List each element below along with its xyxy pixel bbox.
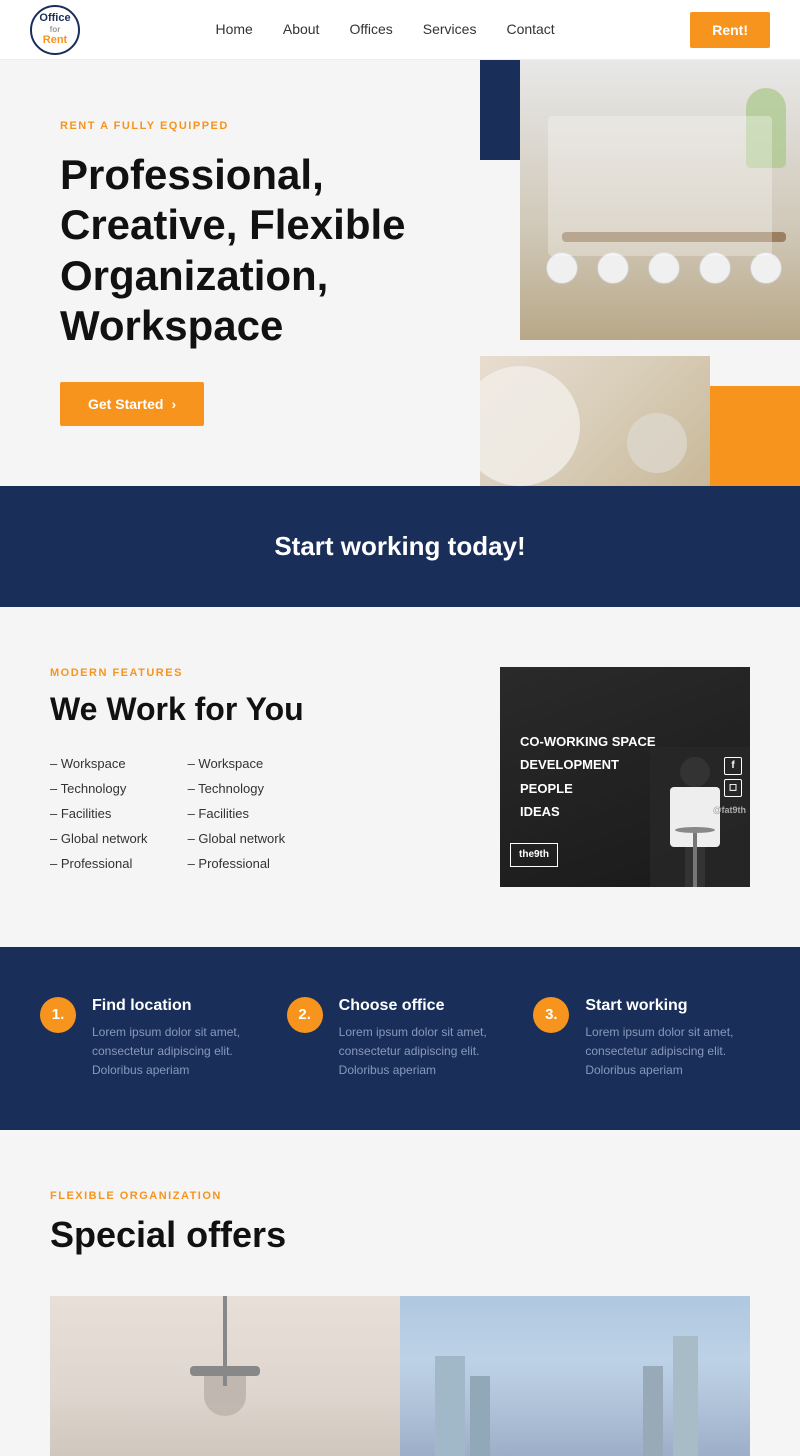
hero-office-image bbox=[520, 60, 800, 340]
features-list-2: – Workspace – Technology – Facilities – … bbox=[188, 756, 286, 871]
features-section: MODERN FEATURES We Work for You – Worksp… bbox=[0, 607, 800, 947]
list-item: – Technology bbox=[188, 781, 286, 796]
hero-section: RENT A FULLY EQUIPPED Professional, Crea… bbox=[0, 60, 800, 486]
banner-section: Start working today! bbox=[0, 486, 800, 607]
step-title-3: Start working bbox=[585, 997, 760, 1015]
coworking-handle: @fat9th bbox=[713, 803, 746, 817]
nav-home[interactable]: Home bbox=[216, 21, 253, 37]
list-item: – Technology bbox=[50, 781, 148, 796]
hero-eyebrow: RENT A FULLY EQUIPPED bbox=[60, 120, 430, 132]
hero-left: RENT A FULLY EQUIPPED Professional, Crea… bbox=[0, 60, 480, 486]
get-started-button[interactable]: Get Started › bbox=[60, 382, 204, 426]
nav-contact[interactable]: Contact bbox=[506, 21, 554, 37]
list-item: – Facilities bbox=[50, 806, 148, 821]
offer-image-2 bbox=[400, 1296, 750, 1456]
offers-images bbox=[50, 1296, 750, 1456]
list-item: – Global network bbox=[50, 831, 148, 846]
step-content-2: Choose office Lorem ipsum dolor sit amet… bbox=[339, 997, 514, 1081]
special-offers-title: Special offers bbox=[50, 1214, 750, 1256]
list-item: – Global network bbox=[188, 831, 286, 846]
hero-orange-accent bbox=[710, 386, 800, 486]
step-desc-2: Lorem ipsum dolor sit amet, consectetur … bbox=[339, 1023, 514, 1081]
step-desc-1: Lorem ipsum dolor sit amet, consectetur … bbox=[92, 1023, 267, 1081]
features-left: MODERN FEATURES We Work for You – Worksp… bbox=[50, 667, 460, 871]
nav-about[interactable]: About bbox=[283, 21, 320, 37]
coworking-text: CO-WORKING SPACEDEVELOPMENTPEOPLEIDEAS bbox=[520, 730, 656, 824]
features-title: We Work for You bbox=[50, 691, 460, 728]
nav-offices[interactable]: Offices bbox=[349, 21, 392, 37]
nav-services[interactable]: Services bbox=[423, 21, 477, 37]
hero-title: Professional, Creative, Flexible Organiz… bbox=[60, 150, 430, 352]
list-item: – Workspace bbox=[188, 756, 286, 771]
step-title-1: Find location bbox=[92, 997, 267, 1015]
features-list-1: – Workspace – Technology – Facilities – … bbox=[50, 756, 148, 871]
brand-label: the9th bbox=[510, 843, 558, 867]
step-number-1: 1. bbox=[40, 997, 76, 1033]
steps-section: 1. Find location Lorem ipsum dolor sit a… bbox=[0, 947, 800, 1131]
step-number-2: 2. bbox=[287, 997, 323, 1033]
step-3: 3. Start working Lorem ipsum dolor sit a… bbox=[533, 997, 760, 1081]
list-item: – Facilities bbox=[188, 806, 286, 821]
logo-office: Office bbox=[39, 12, 70, 25]
step-title-2: Choose office bbox=[339, 997, 514, 1015]
nav-links: Home About Offices Services Contact bbox=[216, 21, 555, 39]
step-number-3: 3. bbox=[533, 997, 569, 1033]
facebook-icon[interactable]: f bbox=[724, 757, 742, 775]
step-1: 1. Find location Lorem ipsum dolor sit a… bbox=[40, 997, 267, 1081]
features-lists: – Workspace – Technology – Facilities – … bbox=[50, 756, 460, 871]
features-eyebrow: MODERN FEATURES bbox=[50, 667, 460, 679]
step-desc-3: Lorem ipsum dolor sit amet, consectetur … bbox=[585, 1023, 760, 1081]
special-offers-section: FLEXIBLE ORGANIZATION Special offers bbox=[0, 1130, 800, 1456]
step-content-1: Find location Lorem ipsum dolor sit amet… bbox=[92, 997, 267, 1081]
logo[interactable]: Office for Rent bbox=[30, 5, 80, 55]
list-item: – Professional bbox=[50, 856, 148, 871]
navbar: Office for Rent Home About Offices Servi… bbox=[0, 0, 800, 60]
special-offers-eyebrow: FLEXIBLE ORGANIZATION bbox=[50, 1190, 750, 1202]
logo-rent: Rent bbox=[43, 34, 67, 47]
list-item: – Workspace bbox=[50, 756, 148, 771]
step-2: 2. Choose office Lorem ipsum dolor sit a… bbox=[287, 997, 514, 1081]
hero-office-image-2 bbox=[480, 356, 710, 486]
step-content-3: Start working Lorem ipsum dolor sit amet… bbox=[585, 997, 760, 1081]
list-item: – Professional bbox=[188, 856, 286, 871]
offer-image-1 bbox=[50, 1296, 400, 1456]
instagram-icon[interactable]: ◻ bbox=[724, 779, 742, 797]
rent-button[interactable]: Rent! bbox=[690, 12, 770, 48]
coworking-image: CO-WORKING SPACEDEVELOPMENTPEOPLEIDEAS f… bbox=[500, 667, 750, 887]
banner-text: Start working today! bbox=[274, 531, 525, 561]
hero-images bbox=[480, 60, 800, 486]
logo-for: for bbox=[50, 25, 61, 35]
